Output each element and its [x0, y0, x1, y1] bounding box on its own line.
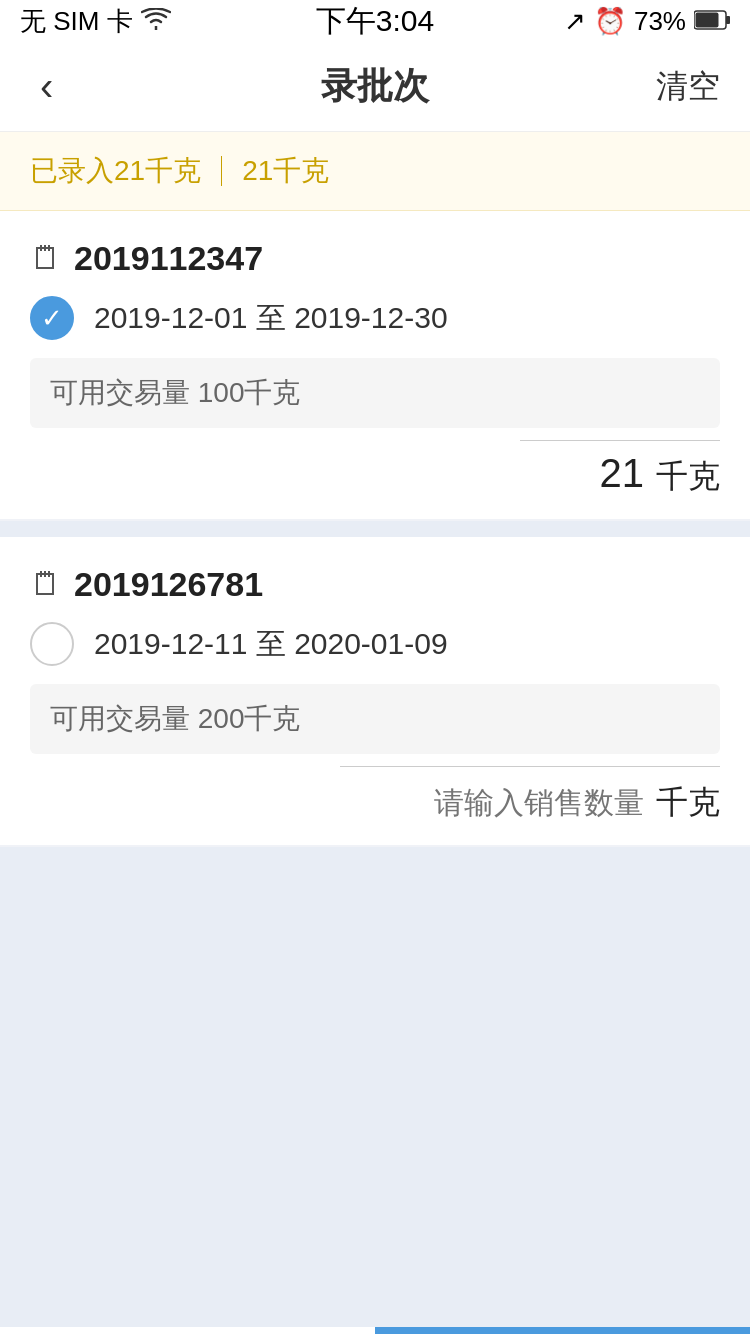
- sales-quantity-input[interactable]: [344, 786, 644, 820]
- status-bar-left: 无 SIM 卡: [20, 4, 171, 39]
- batch-2-availability: 可用交易量 200千克: [30, 684, 720, 754]
- status-bar: 无 SIM 卡 下午3:04 ↗ ⏰ 73%: [0, 0, 750, 42]
- info-banner: 已录入21千克 21千克: [0, 132, 750, 211]
- info-amount: 21千克: [242, 152, 329, 190]
- location-icon: ↗: [564, 6, 586, 37]
- batch-card-2: 🗒 2019126781 2019-12-11 至 2020-01-09 可用交…: [0, 537, 750, 845]
- confirm-button[interactable]: 确定: [375, 1327, 750, 1334]
- page-title: 录批次: [321, 62, 429, 111]
- bottom-bar: 自动分配 确定: [0, 1327, 750, 1334]
- wifi-icon: [141, 6, 171, 37]
- batch-2-icon: 🗒: [30, 566, 62, 603]
- batch-1-icon: 🗒: [30, 240, 62, 277]
- empty-area: [0, 847, 750, 1327]
- sales-input-row[interactable]: 千克: [0, 767, 750, 845]
- sales-unit-label: 千克: [656, 781, 720, 825]
- status-bar-time: 下午3:04: [316, 1, 434, 42]
- info-recorded-label: 已录入21千克: [30, 152, 201, 190]
- batch-1-amount-value: 21: [600, 451, 645, 496]
- batch-2-dates: 2019-12-11 至 2020-01-09: [94, 624, 448, 665]
- batch-card-1: 🗒 2019112347 ✓ 2019-12-01 至 2019-12-30 可…: [0, 211, 750, 519]
- check-icon: ✓: [41, 303, 63, 334]
- battery-percent: 73%: [634, 6, 686, 37]
- nav-bar: ‹ 录批次 清空: [0, 42, 750, 132]
- batch-2-row[interactable]: 2019-12-11 至 2020-01-09: [0, 616, 750, 678]
- batch-1-amount-row: 21 千克: [0, 441, 750, 519]
- section-divider: [0, 521, 750, 537]
- alarm-icon: ⏰: [594, 6, 626, 37]
- info-divider: [221, 156, 222, 186]
- auto-distribute-button[interactable]: 自动分配: [0, 1327, 375, 1334]
- batch-1-number: 2019112347: [74, 239, 263, 278]
- clear-button[interactable]: 清空: [656, 65, 720, 109]
- status-bar-right: ↗ ⏰ 73%: [564, 6, 730, 37]
- no-sim-label: 无 SIM 卡: [20, 4, 133, 39]
- svg-rect-1: [726, 16, 730, 24]
- batch-1-row[interactable]: ✓ 2019-12-01 至 2019-12-30: [0, 290, 750, 352]
- batch-1-availability: 可用交易量 100千克: [30, 358, 720, 428]
- battery-icon: [694, 6, 730, 37]
- batch-2-radio[interactable]: [30, 622, 74, 666]
- svg-rect-2: [696, 12, 719, 27]
- batch-1-header: 🗒 2019112347: [0, 211, 750, 290]
- back-button[interactable]: ‹: [30, 54, 63, 119]
- batch-2-header: 🗒 2019126781: [0, 537, 750, 616]
- batch-1-dates: 2019-12-01 至 2019-12-30: [94, 298, 448, 339]
- content-area: 🗒 2019112347 ✓ 2019-12-01 至 2019-12-30 可…: [0, 211, 750, 1334]
- batch-1-unit: 千克: [656, 455, 720, 499]
- batch-1-radio[interactable]: ✓: [30, 296, 74, 340]
- batch-2-number: 2019126781: [74, 565, 263, 604]
